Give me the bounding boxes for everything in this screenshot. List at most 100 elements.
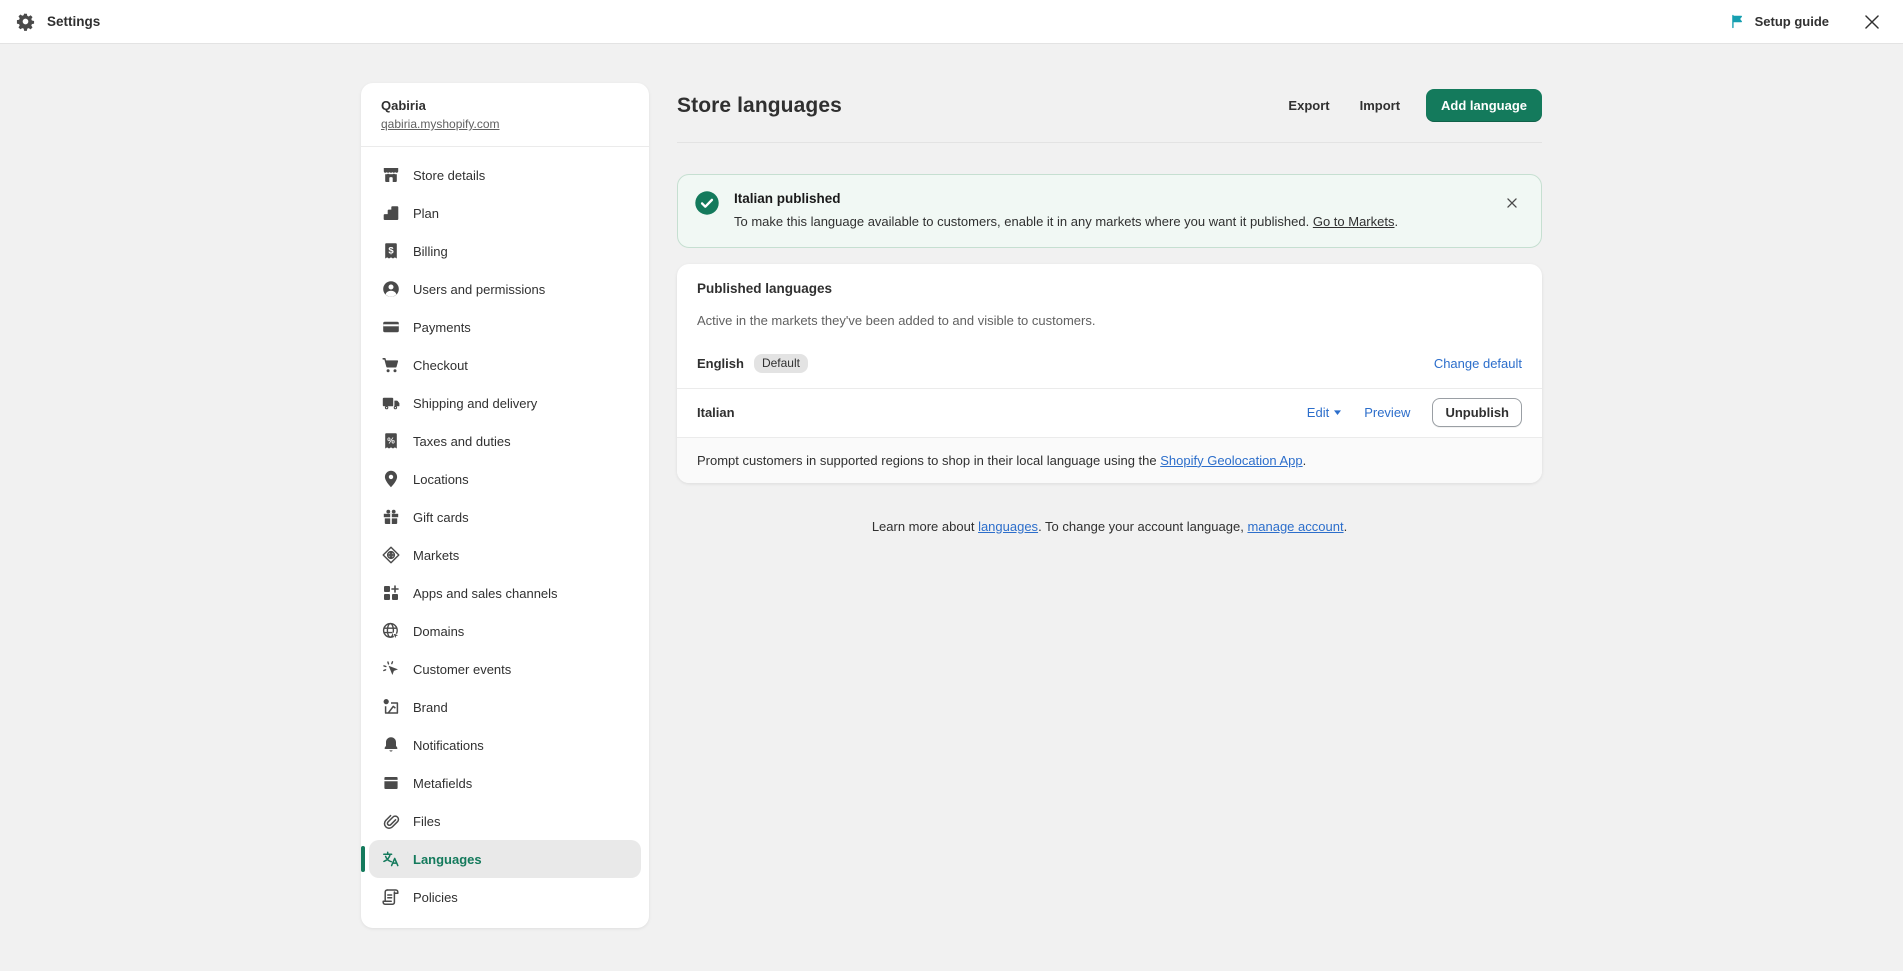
sidebar-item-label: Brand xyxy=(413,699,448,715)
sidebar-item-label: Shipping and delivery xyxy=(413,395,538,411)
setup-guide-button[interactable]: Setup guide xyxy=(1729,13,1829,30)
settings-sidebar: Qabiria qabiria.myshopify.com Store deta… xyxy=(361,83,649,928)
sidebar-item-taxes-and-duties[interactable]: % Taxes and duties xyxy=(369,422,641,460)
sidebar-item-label: Store details xyxy=(413,167,486,183)
sidebar-item-label: Customer events xyxy=(413,661,512,677)
close-icon xyxy=(1865,14,1879,29)
language-row-italian: Italian Edit Preview Unpublish xyxy=(677,387,1542,437)
settings-page: Settings Setup guide Qabiria qabiria.mys… xyxy=(0,0,1903,971)
taxes-icon: % xyxy=(381,431,401,451)
topbar: Settings Setup guide xyxy=(0,0,1903,44)
paperclip-icon xyxy=(381,811,401,831)
svg-text:%: % xyxy=(387,436,395,446)
sidebar-item-notifications[interactable]: Notifications xyxy=(369,726,641,764)
sidebar-item-label: Payments xyxy=(413,319,471,335)
sidebar-item-files[interactable]: Files xyxy=(369,802,641,840)
payments-icon xyxy=(381,317,401,337)
bell-icon xyxy=(381,735,401,755)
card-description: Active in the markets they've been added… xyxy=(697,312,1096,328)
sidebar-item-label: Domains xyxy=(413,623,465,639)
language-row-english: English Default Change default xyxy=(677,339,1542,388)
globe-icon xyxy=(381,621,401,641)
banner-description: To make this language available to custo… xyxy=(734,214,1399,229)
published-languages-card: Published languages Active in the market… xyxy=(677,263,1542,483)
sidebar-item-plan[interactable]: Plan xyxy=(369,194,641,232)
page-title: Store languages xyxy=(677,93,842,117)
settings-nav: Store details Plan $ Billing Users and p… xyxy=(361,147,649,928)
svg-text:$: $ xyxy=(388,246,394,257)
change-default-link[interactable]: Change default xyxy=(1434,356,1522,371)
sidebar-item-label: Policies xyxy=(413,889,458,905)
go-to-markets-link[interactable]: Go to Markets xyxy=(1313,214,1395,229)
sidebar-item-payments[interactable]: Payments xyxy=(369,308,641,346)
close-settings-button[interactable] xyxy=(1857,7,1887,37)
sidebar-item-brand[interactable]: Brand xyxy=(369,688,641,726)
sidebar-item-label: Billing xyxy=(413,243,448,259)
default-badge: Default xyxy=(753,353,808,373)
sidebar-item-label: Gift cards xyxy=(413,509,469,525)
storefront-icon xyxy=(381,165,401,185)
shopify-geolocation-app-link[interactable]: Shopify Geolocation App xyxy=(1160,453,1302,468)
brand-icon xyxy=(381,697,401,717)
import-button[interactable]: Import xyxy=(1348,90,1412,121)
edit-dropdown-button[interactable]: Edit xyxy=(1307,405,1342,420)
close-icon xyxy=(1507,198,1517,208)
sidebar-item-apps-and-sales-channels[interactable]: Apps and sales channels xyxy=(369,574,641,612)
cursor-events-icon xyxy=(381,659,401,679)
sidebar-item-shipping-and-delivery[interactable]: Shipping and delivery xyxy=(369,384,641,422)
checkout-cart-icon xyxy=(381,355,401,375)
language-name: English xyxy=(697,355,744,371)
sidebar-item-label: Apps and sales channels xyxy=(413,585,558,601)
truck-icon xyxy=(381,393,401,413)
dismiss-banner-button[interactable] xyxy=(1499,190,1525,216)
markets-icon xyxy=(381,545,401,565)
manage-account-link[interactable]: manage account xyxy=(1247,519,1343,534)
language-name: Italian xyxy=(697,405,735,421)
translate-icon xyxy=(381,849,401,869)
sidebar-item-users-and-permissions[interactable]: Users and permissions xyxy=(369,270,641,308)
sidebar-item-label: Languages xyxy=(413,851,482,867)
sidebar-item-policies[interactable]: Policies xyxy=(369,878,641,916)
sidebar-item-store-details[interactable]: Store details xyxy=(369,156,641,194)
sidebar-item-languages[interactable]: Languages xyxy=(361,840,641,878)
main-content: Store languages Export Import Add langua… xyxy=(677,83,1542,534)
export-button[interactable]: Export xyxy=(1276,90,1341,121)
preview-link[interactable]: Preview xyxy=(1364,405,1410,420)
sidebar-item-label: Users and permissions xyxy=(413,281,546,297)
add-language-button[interactable]: Add language xyxy=(1426,89,1542,122)
flag-icon xyxy=(1729,13,1746,30)
sidebar-item-label: Checkout xyxy=(413,357,468,373)
users-icon xyxy=(381,279,401,299)
card-footer: Prompt customers in supported regions to… xyxy=(677,436,1542,483)
unpublish-button[interactable]: Unpublish xyxy=(1432,398,1522,428)
sidebar-item-billing[interactable]: $ Billing xyxy=(369,232,641,270)
location-pin-icon xyxy=(381,469,401,489)
success-banner: Italian published To make this language … xyxy=(677,174,1542,248)
sidebar-item-label: Markets xyxy=(413,547,460,563)
sidebar-item-label: Locations xyxy=(413,471,469,487)
policies-icon xyxy=(381,887,401,907)
languages-help-link[interactable]: languages xyxy=(978,519,1038,534)
billing-icon: $ xyxy=(381,241,401,261)
sidebar-item-customer-events[interactable]: Customer events xyxy=(369,650,641,688)
sidebar-item-label: Metafields xyxy=(413,775,473,791)
sidebar-item-label: Plan xyxy=(413,205,440,221)
sidebar-item-checkout[interactable]: Checkout xyxy=(369,346,641,384)
sidebar-item-markets[interactable]: Markets xyxy=(369,536,641,574)
store-name: Qabiria xyxy=(381,98,426,113)
gift-icon xyxy=(381,507,401,527)
sidebar-item-label: Notifications xyxy=(413,737,484,753)
sidebar-item-metafields[interactable]: Metafields xyxy=(369,764,641,802)
header-divider xyxy=(677,142,1542,143)
sidebar-item-locations[interactable]: Locations xyxy=(369,460,641,498)
chevron-down-icon xyxy=(1333,409,1342,416)
store-header: Qabiria qabiria.myshopify.com xyxy=(361,83,649,147)
sidebar-item-label: Taxes and duties xyxy=(413,433,511,449)
apps-icon xyxy=(381,583,401,603)
plan-icon xyxy=(381,203,401,223)
banner-title: Italian published xyxy=(734,191,841,206)
store-domain-link[interactable]: qabiria.myshopify.com xyxy=(381,117,500,131)
sidebar-item-domains[interactable]: Domains xyxy=(369,612,641,650)
sidebar-item-gift-cards[interactable]: Gift cards xyxy=(369,498,641,536)
metafields-icon xyxy=(381,773,401,793)
